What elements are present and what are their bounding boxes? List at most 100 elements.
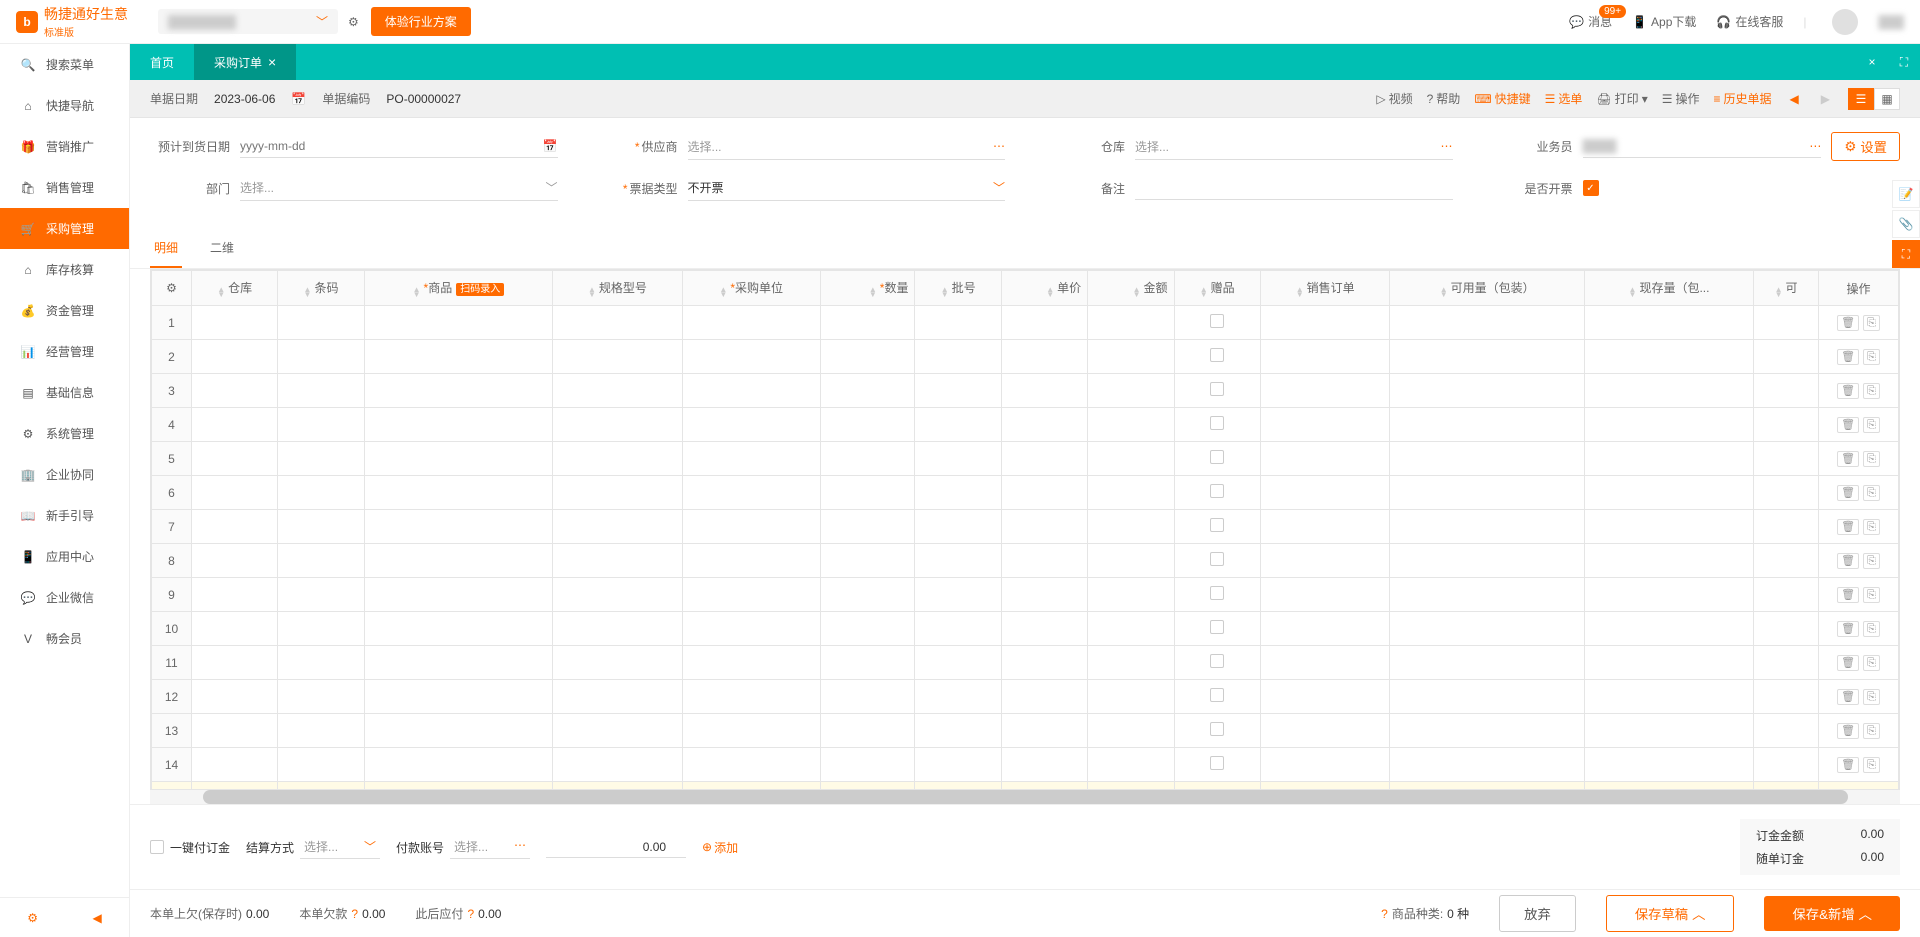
sidebar-item-11[interactable]: 📖新手引导 [0,495,129,536]
col-header-5[interactable]: ▲▼*数量 [820,271,915,306]
tab-close-all[interactable]: × [1856,44,1888,80]
delete-icon[interactable]: 🗑 [1837,553,1859,569]
remark-input[interactable] [1135,177,1453,200]
table-row[interactable]: 7🗑⎘ [152,510,1899,544]
copy-icon[interactable]: ⎘ [1863,689,1880,705]
tab-purchase-order[interactable]: 采购订单 × [194,44,296,80]
discard-button[interactable]: 放弃 [1499,895,1576,932]
trial-button[interactable]: 体验行业方案 [371,7,471,36]
sidebar-item-6[interactable]: 💰资金管理 [0,290,129,331]
online-service-link[interactable]: 🎧 在线客服 [1716,13,1783,30]
gift-checkbox[interactable] [1210,722,1224,736]
settle-select[interactable]: 选择... ﹀ [300,835,380,859]
delete-icon[interactable]: 🗑 [1837,519,1859,535]
gear-icon[interactable]: ⚙ [166,281,177,295]
delete-icon[interactable]: 🗑 [1837,655,1859,671]
rail-note-icon[interactable]: 📝 [1892,180,1920,208]
messages-link[interactable]: 💬 消息 99+ [1569,13,1612,30]
save-new-button[interactable]: 保存&新增 ︿ [1764,896,1900,931]
delete-icon[interactable]: 🗑 [1837,689,1859,705]
subtab-dimension[interactable]: 二维 [206,229,238,268]
collapse-icon[interactable]: ◀ [93,911,102,925]
table-row[interactable]: 1🗑⎘ [152,306,1899,340]
payment-amount-input[interactable]: 0.00 [546,837,686,858]
card-view-button[interactable]: ▦ [1874,88,1900,110]
gift-checkbox[interactable] [1210,416,1224,430]
delete-icon[interactable]: 🗑 [1837,451,1859,467]
table-row[interactable]: 5🗑⎘ [152,442,1899,476]
history-link[interactable]: ≡ 历史单据 [1714,90,1772,107]
rail-attach-icon[interactable]: 📎 [1892,210,1920,238]
copy-icon[interactable]: ⎘ [1863,757,1880,773]
copy-icon[interactable]: ⎘ [1863,451,1880,467]
col-header-0[interactable]: ▲▼仓库 [192,271,278,306]
company-selector[interactable]: ████████ ﹀ [158,9,338,34]
copy-icon[interactable]: ⎘ [1863,349,1880,365]
gift-checkbox[interactable] [1210,348,1224,362]
sidebar-item-2[interactable]: 🎁营销推广 [0,126,129,167]
chevron-down-icon[interactable]: ﹀ [545,179,557,196]
operate-link[interactable]: ☰ 操作 [1662,90,1700,107]
sidebar-item-14[interactable]: V畅会员 [0,618,129,659]
delete-icon[interactable]: 🗑 [1837,621,1859,637]
sidebar-item-9[interactable]: ⚙系统管理 [0,413,129,454]
calendar-icon[interactable]: 📅 [291,92,306,106]
col-header-6[interactable]: ▲▼批号 [915,271,1001,306]
app-download-link[interactable]: 📱 App下载 [1632,13,1696,30]
copy-icon[interactable]: ⎘ [1863,519,1880,535]
expect-date-input[interactable]: 📅 [240,135,558,158]
is-invoice-checkbox[interactable]: ✓ [1583,180,1599,196]
sidebar-item-7[interactable]: 📊经营管理 [0,331,129,372]
horizontal-scrollbar[interactable] [150,790,1900,804]
settings-gear-icon[interactable]: ⚙ [348,15,359,29]
copy-icon[interactable]: ⎘ [1863,417,1880,433]
gift-checkbox[interactable] [1210,552,1224,566]
sidebar-item-13[interactable]: 💬企业微信 [0,577,129,618]
copy-icon[interactable]: ⎘ [1863,485,1880,501]
gift-checkbox[interactable] [1210,620,1224,634]
gift-checkbox[interactable] [1210,518,1224,532]
more-icon[interactable]: ⋯ [993,139,1005,153]
add-payment-button[interactable]: ⊕ 添加 [702,839,738,856]
delete-icon[interactable]: 🗑 [1837,485,1859,501]
table-row[interactable]: 4🗑⎘ [152,408,1899,442]
table-row[interactable]: 10🗑⎘ [152,612,1899,646]
sidebar-item-3[interactable]: 🛍销售管理 [0,167,129,208]
sidebar-item-1[interactable]: ⌂快捷导航 [0,85,129,126]
delete-icon[interactable]: 🗑 [1837,315,1859,331]
list-view-button[interactable]: ☰ [1848,88,1874,110]
gift-checkbox[interactable] [1210,484,1224,498]
supplier-select[interactable]: 选择... ⋯ [688,134,1006,160]
save-draft-button[interactable]: 保存草稿 ︿ [1606,895,1735,932]
gift-checkbox[interactable] [1210,450,1224,464]
rail-expand-icon[interactable]: ⛶ [1892,240,1920,268]
gear-icon[interactable]: ⚙ [27,911,38,925]
sidebar-item-0[interactable]: 🔍搜索菜单 [0,44,129,85]
col-header-12[interactable]: ▲▼现存量（包... [1584,271,1753,306]
gift-checkbox[interactable] [1210,688,1224,702]
prev-arrow-icon[interactable]: ◀ [1786,92,1803,106]
table-row[interactable]: 2🗑⎘ [152,340,1899,374]
more-icon[interactable]: ⋯ [1441,139,1453,153]
sidebar-item-10[interactable]: 🏢企业协同 [0,454,129,495]
copy-icon[interactable]: ⎘ [1863,723,1880,739]
chevron-down-icon[interactable]: ﹀ [993,179,1005,196]
gift-checkbox[interactable] [1210,314,1224,328]
col-header-10[interactable]: ▲▼销售订单 [1260,271,1390,306]
delete-icon[interactable]: 🗑 [1837,723,1859,739]
delete-icon[interactable]: 🗑 [1837,587,1859,603]
user-avatar[interactable] [1832,9,1858,35]
gift-checkbox[interactable] [1210,382,1224,396]
help-link[interactable]: ? 帮助 [1427,90,1461,107]
table-row[interactable]: 13🗑⎘ [152,714,1899,748]
table-row[interactable]: 8🗑⎘ [152,544,1899,578]
copy-icon[interactable]: ⎘ [1863,587,1880,603]
calendar-icon[interactable]: 📅 [543,139,558,153]
copy-icon[interactable]: ⎘ [1863,621,1880,637]
col-header-2[interactable]: ▲▼*商品扫码录入 [364,271,552,306]
next-arrow-icon[interactable]: ▶ [1817,92,1834,106]
setting-button[interactable]: ⚙ 设置 [1831,132,1900,161]
copy-icon[interactable]: ⎘ [1863,315,1880,331]
tab-home[interactable]: 首页 [130,44,194,80]
col-header-1[interactable]: ▲▼条码 [278,271,364,306]
